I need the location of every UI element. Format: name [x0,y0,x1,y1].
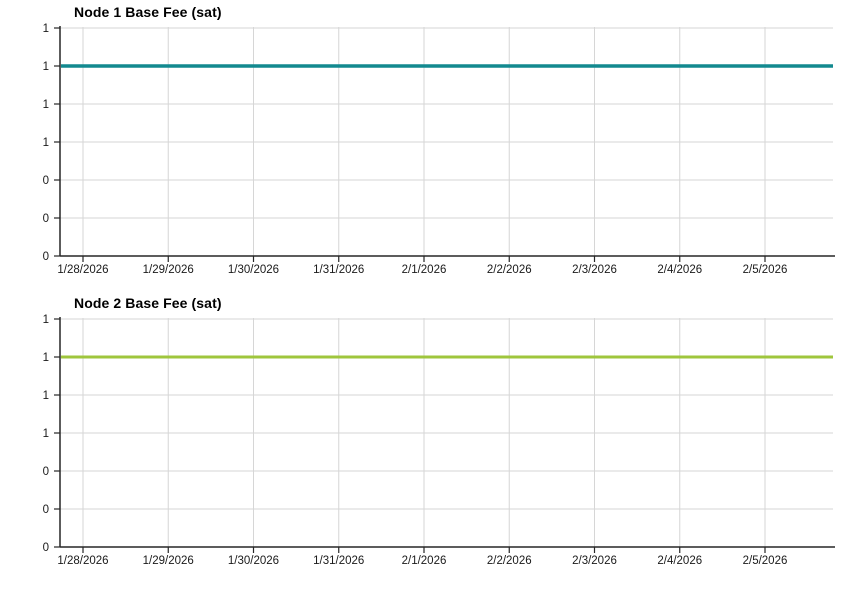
y-tick-label: 0 [43,251,49,263]
y-tick-label: 0 [43,504,49,516]
x-tick-label: 1/29/2026 [143,555,194,567]
x-tick-label: 2/4/2026 [657,555,702,567]
x-tick-label: 2/2/2026 [487,555,532,567]
x-tick-label: 1/28/2026 [57,264,108,276]
y-tick-label: 1 [43,23,49,35]
y-tick-label: 0 [43,466,49,478]
chart-node-2-base-fee: Node 2 Base Fee (sat) 0 0 0 1 1 1 1 1/28/2026 1/… [0,291,860,600]
chart-node-1-base-fee: Node 1 Base Fee (sat) 0 0 0 1 1 1 1 1/28/2026 1/… [0,0,860,291]
x-tick-label: 2/5/2026 [743,555,788,567]
x-tick-label: 2/1/2026 [402,555,447,567]
x-tick-label: 1/30/2026 [228,264,279,276]
x-tick-label: 1/29/2026 [143,264,194,276]
x-tick-label: 2/1/2026 [402,264,447,276]
chart-plot-area: 0 0 0 1 1 1 1 1/28/2026 1/29/2026 1/30/2026 1/31/2… [43,314,835,567]
y-tick-label: 0 [43,542,49,554]
x-tick-label: 2/3/2026 [572,264,617,276]
chart-plot-area: 0 0 0 1 1 1 1 1/28/2026 1/29/2026 1/30/2026 1/31/2… [43,23,835,276]
charts-canvas: Node 1 Base Fee (sat) 0 0 0 1 1 1 1 1/28/2026 1/… [0,0,860,600]
x-tick-label: 2/2/2026 [487,264,532,276]
y-tick-label: 1 [43,61,49,73]
x-tick-label: 1/31/2026 [313,264,364,276]
y-tick-label: 1 [43,428,49,440]
y-tick-label: 1 [43,99,49,111]
x-tick-label: 2/3/2026 [572,555,617,567]
y-tick-label: 1 [43,352,49,364]
x-tick-label: 1/28/2026 [57,555,108,567]
x-tick-label: 2/5/2026 [743,264,788,276]
x-tick-label: 1/31/2026 [313,555,364,567]
y-tick-label: 0 [43,175,49,187]
y-tick-label: 0 [43,213,49,225]
y-tick-label: 1 [43,314,49,326]
x-tick-label: 1/30/2026 [228,555,279,567]
y-tick-label: 1 [43,137,49,149]
x-tick-label: 2/4/2026 [657,264,702,276]
y-tick-label: 1 [43,390,49,402]
